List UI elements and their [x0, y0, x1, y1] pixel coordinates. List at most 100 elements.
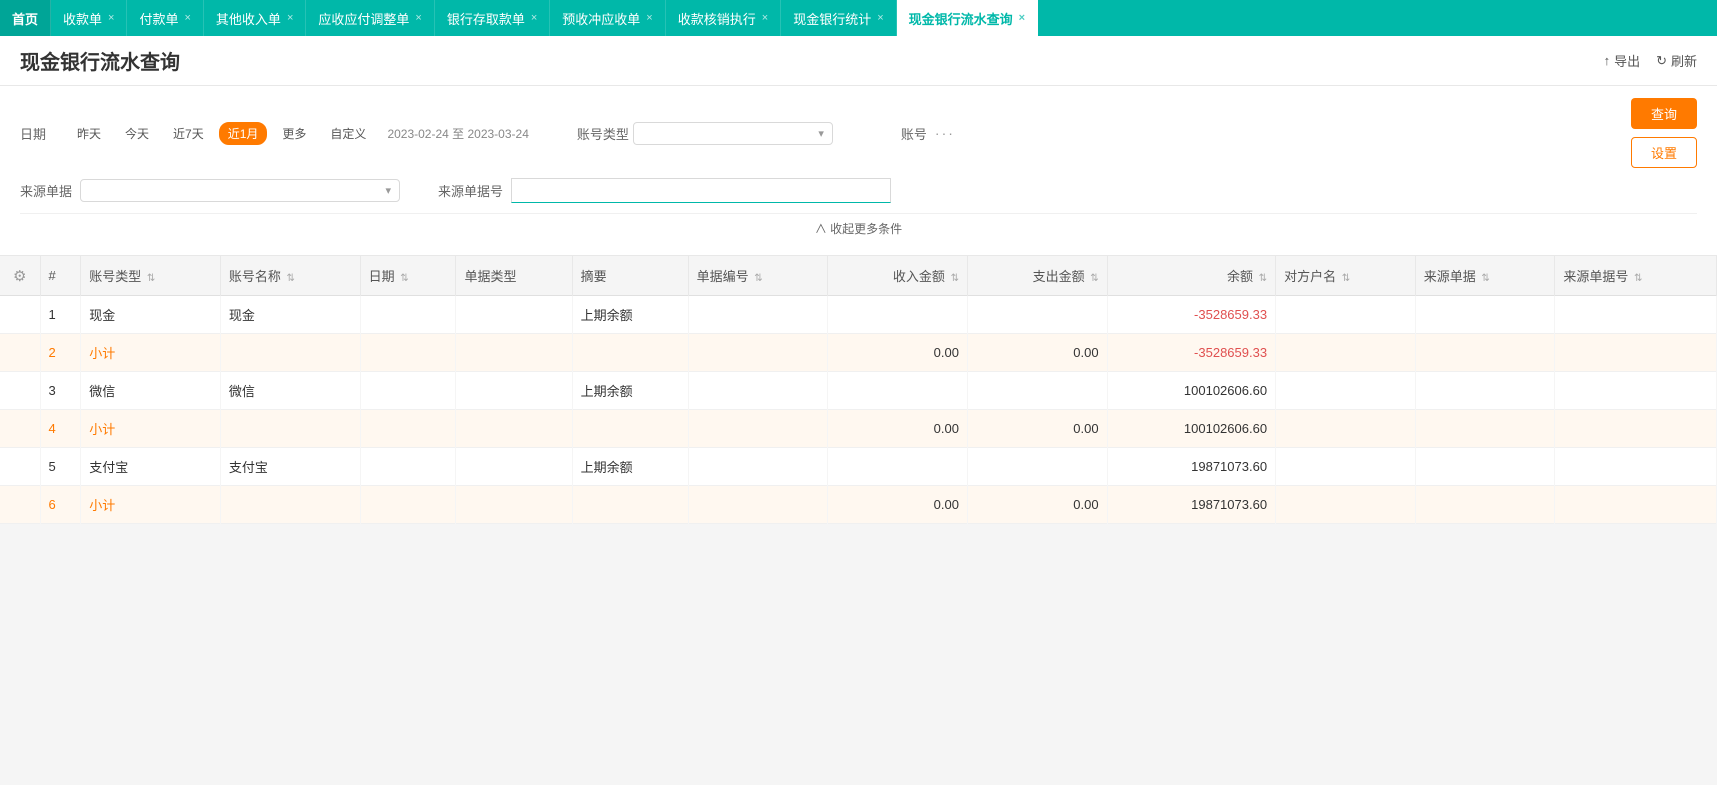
- cell-source-doc: [1415, 448, 1555, 486]
- close-receipts-icon[interactable]: ×: [108, 12, 114, 24]
- cell-account-name: [220, 486, 360, 524]
- close-collection-exec-icon[interactable]: ×: [762, 12, 768, 24]
- table-row: 6 小计 0.00 0.00 19871073.60: [0, 486, 1717, 524]
- close-cash-bank-stat-icon[interactable]: ×: [877, 12, 883, 24]
- cell-balance: 100102606.60: [1107, 410, 1275, 448]
- cell-settings: [0, 372, 40, 410]
- cell-account-type: 支付宝: [81, 448, 221, 486]
- cell-index: 3: [40, 372, 81, 410]
- account-type-filter: 账号类型 ▾: [577, 122, 833, 145]
- account-type-label: 账号类型: [577, 124, 629, 143]
- settings-button[interactable]: 设置: [1631, 137, 1697, 168]
- date-custom[interactable]: 自定义: [321, 122, 375, 145]
- sort-counterpart-icon: ⇅: [1342, 273, 1350, 284]
- date-today[interactable]: 今天: [116, 122, 158, 145]
- cell-source-doc-no: [1555, 372, 1717, 410]
- query-button[interactable]: 查询: [1631, 98, 1697, 129]
- cell-account-name: 微信: [220, 372, 360, 410]
- cell-counterpart: [1276, 448, 1416, 486]
- cell-counterpart: [1276, 372, 1416, 410]
- nav-receipts[interactable]: 收款单 ×: [51, 0, 127, 36]
- nav-ar-ap-adjust[interactable]: 应收应付调整单 ×: [306, 0, 434, 36]
- col-date[interactable]: 日期 ⇅: [360, 256, 456, 296]
- cell-counterpart: [1276, 334, 1416, 372]
- cell-doc-no: [688, 448, 828, 486]
- sort-income-icon: ⇅: [951, 273, 959, 284]
- nav-other-income[interactable]: 其他收入单 ×: [204, 0, 306, 36]
- nav-bank-deposit[interactable]: 银行存取款单 ×: [435, 0, 550, 36]
- table-row: 2 小计 0.00 0.00 -3528659.33: [0, 334, 1717, 372]
- source-doc-select[interactable]: ▾: [80, 179, 400, 202]
- cell-summary: [572, 334, 688, 372]
- cell-source-doc-no: [1555, 448, 1717, 486]
- cell-balance: 100102606.60: [1107, 372, 1275, 410]
- cell-index: 6: [40, 486, 81, 524]
- cell-date: [360, 296, 456, 334]
- cell-account-type: 小计: [81, 410, 221, 448]
- nav-cash-bank-flow[interactable]: 现金银行流水查询 ×: [897, 0, 1038, 36]
- cell-doc-no: [688, 296, 828, 334]
- cell-source-doc-no: [1555, 486, 1717, 524]
- date-1month[interactable]: 近1月: [219, 122, 268, 145]
- close-other-income-icon[interactable]: ×: [287, 12, 293, 24]
- close-advance-offset-icon[interactable]: ×: [646, 12, 652, 24]
- cell-account-name: 现金: [220, 296, 360, 334]
- nav-cash-bank-stat[interactable]: 现金银行统计 ×: [781, 0, 896, 36]
- cell-doc-no: [688, 334, 828, 372]
- cell-index: 4: [40, 410, 81, 448]
- col-income[interactable]: 收入金额 ⇅: [828, 256, 968, 296]
- col-expense[interactable]: 支出金额 ⇅: [967, 256, 1107, 296]
- cell-counterpart: [1276, 296, 1416, 334]
- sort-expense-icon: ⇅: [1090, 273, 1098, 284]
- account-dots-button[interactable]: ···: [935, 125, 955, 141]
- account-type-select[interactable]: ▾: [633, 122, 833, 145]
- close-payments-icon[interactable]: ×: [184, 12, 190, 24]
- nav-advance-offset[interactable]: 预收冲应收单 ×: [550, 0, 665, 36]
- close-ar-ap-icon[interactable]: ×: [415, 12, 421, 24]
- refresh-button[interactable]: ↻ 刷新: [1656, 51, 1697, 70]
- date-filter-row: 日期 昨天 今天 近7天 近1月 更多 自定义 2023-02-24 至 202…: [20, 98, 1697, 168]
- refresh-icon: ↻: [1656, 53, 1667, 69]
- cell-summary: [572, 486, 688, 524]
- cell-summary: [572, 410, 688, 448]
- table-row: 5 支付宝 支付宝 上期余额 19871073.60: [0, 448, 1717, 486]
- close-bank-deposit-icon[interactable]: ×: [531, 12, 537, 24]
- date-yesterday[interactable]: 昨天: [68, 122, 110, 145]
- top-navigation: 首页 收款单 × 付款单 × 其他收入单 × 应收应付调整单 × 银行存取款单 …: [0, 0, 1717, 36]
- col-account-type[interactable]: 账号类型 ⇅: [81, 256, 221, 296]
- nav-collection-exec[interactable]: 收款核销执行 ×: [666, 0, 781, 36]
- filter-actions: 查询 设置: [1631, 98, 1697, 168]
- page-title: 现金银行流水查询: [20, 46, 180, 75]
- account-label: 账号: [901, 124, 927, 143]
- close-cash-bank-flow-icon[interactable]: ×: [1019, 12, 1025, 24]
- filter-area: 日期 昨天 今天 近7天 近1月 更多 自定义 2023-02-24 至 202…: [0, 86, 1717, 256]
- col-doc-no[interactable]: 单据编号 ⇅: [688, 256, 828, 296]
- cell-settings: [0, 296, 40, 334]
- source-doc-no-input[interactable]: [511, 178, 891, 203]
- col-settings[interactable]: ⚙: [0, 256, 40, 296]
- source-filter-row: 来源单据 ▾ 来源单据号: [20, 178, 1697, 203]
- cell-balance: -3528659.33: [1107, 334, 1275, 372]
- cell-expense: [967, 372, 1107, 410]
- header-actions: ↑ 导出 ↻ 刷新: [1604, 51, 1697, 70]
- nav-home[interactable]: 首页: [0, 0, 51, 36]
- cell-expense: 0.00: [967, 486, 1107, 524]
- settings-gear-icon[interactable]: ⚙: [13, 268, 26, 285]
- cell-settings: [0, 448, 40, 486]
- col-counterpart[interactable]: 对方户名 ⇅: [1276, 256, 1416, 296]
- cell-settings: [0, 334, 40, 372]
- col-balance[interactable]: 余额 ⇅: [1107, 256, 1275, 296]
- nav-payments[interactable]: 付款单 ×: [127, 0, 203, 36]
- collapse-bar[interactable]: ∧ 收起更多条件: [20, 213, 1697, 243]
- cell-account-type: 现金: [81, 296, 221, 334]
- sort-account-type-icon: ⇅: [147, 273, 155, 284]
- col-account-name[interactable]: 账号名称 ⇅: [220, 256, 360, 296]
- col-source-doc-no[interactable]: 来源单据号 ⇅: [1555, 256, 1717, 296]
- col-source-doc[interactable]: 来源单据 ⇅: [1415, 256, 1555, 296]
- date-more[interactable]: 更多: [273, 122, 315, 145]
- export-button[interactable]: ↑ 导出: [1604, 51, 1641, 70]
- cell-expense: [967, 296, 1107, 334]
- export-icon: ↑: [1604, 53, 1611, 68]
- date-7days[interactable]: 近7天: [164, 122, 213, 145]
- cell-account-name: [220, 410, 360, 448]
